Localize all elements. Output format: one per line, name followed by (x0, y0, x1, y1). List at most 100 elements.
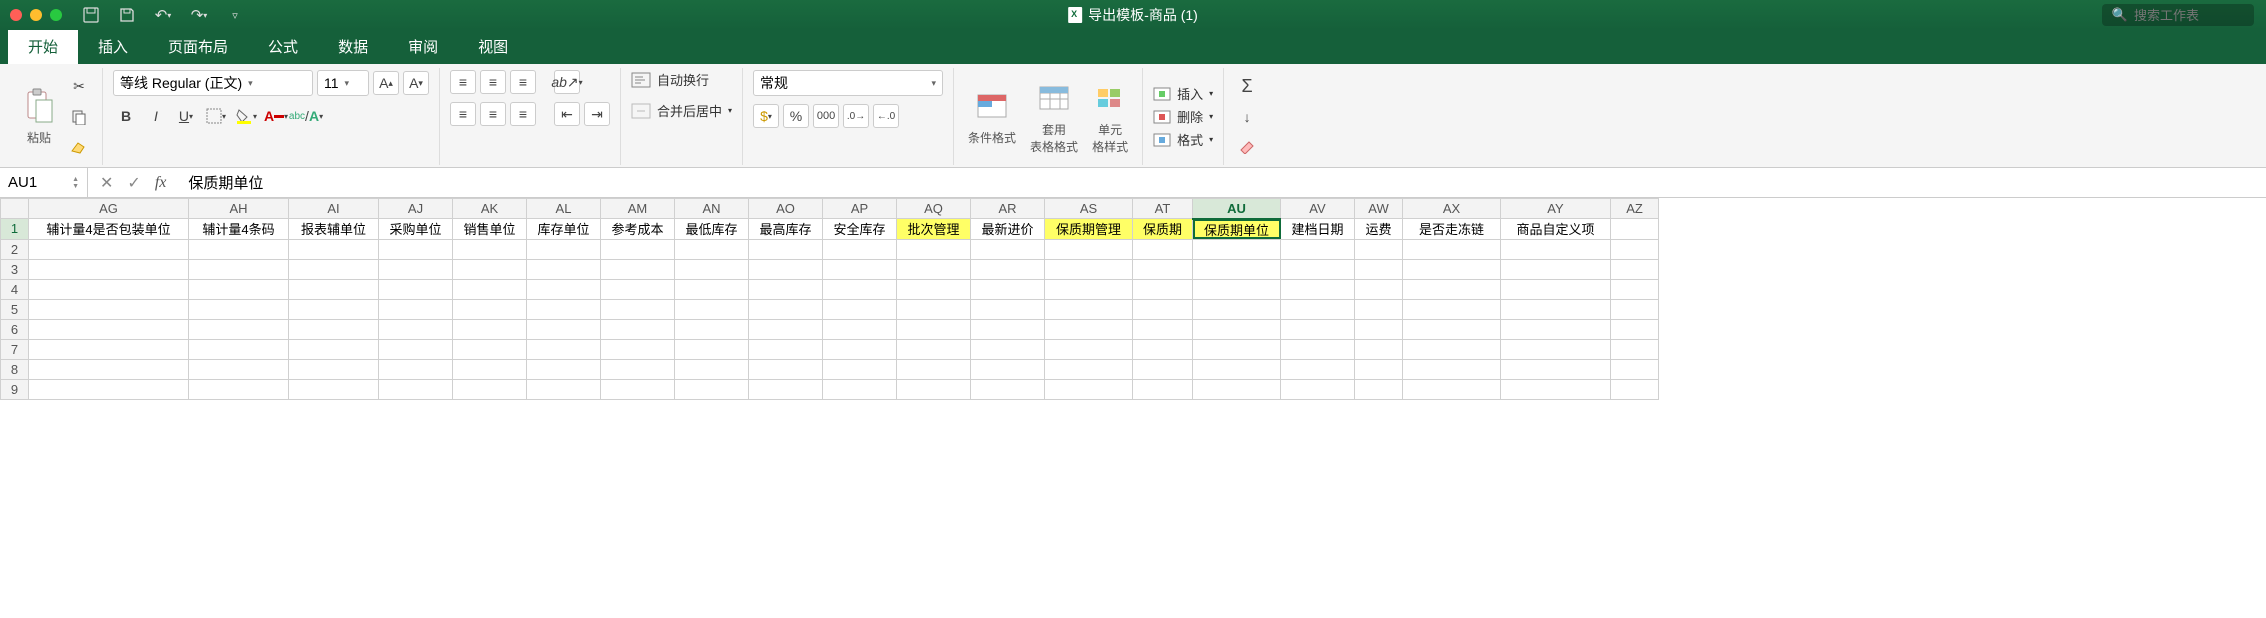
cell-AK7[interactable] (453, 339, 527, 359)
cell-AU9[interactable] (1193, 379, 1281, 399)
cell-AO1[interactable]: 最高库存 (749, 219, 823, 240)
cell-AU2[interactable] (1193, 239, 1281, 259)
col-header-AN[interactable]: AN (675, 199, 749, 219)
cell-AL2[interactable] (527, 239, 601, 259)
cell-AQ7[interactable] (897, 339, 971, 359)
cell-AP1[interactable]: 安全库存 (823, 219, 897, 240)
cell-AH8[interactable] (189, 359, 289, 379)
cell-AZ1[interactable] (1611, 219, 1659, 240)
cell-AS2[interactable] (1045, 239, 1133, 259)
cell-AW3[interactable] (1355, 259, 1403, 279)
spreadsheet-grid[interactable]: AGAHAIAJAKALAMANAOAPAQARASATAUAVAWAXAYAZ… (0, 198, 2266, 400)
cell-AJ3[interactable] (379, 259, 453, 279)
cell-AN7[interactable] (675, 339, 749, 359)
cell-AZ8[interactable] (1611, 359, 1659, 379)
format-cells-button[interactable]: 格式▾ (1153, 130, 1213, 149)
number-format-combo[interactable]: 常规▾ (753, 70, 943, 96)
zoom-window-button[interactable] (50, 9, 62, 21)
decrease-font-button[interactable]: A▾ (403, 71, 429, 95)
cell-AR5[interactable] (971, 299, 1045, 319)
align-middle-button[interactable]: ≡ (480, 70, 506, 94)
row-header-5[interactable]: 5 (1, 299, 29, 319)
clear-button[interactable] (1234, 135, 1260, 159)
cell-AM8[interactable] (601, 359, 675, 379)
cell-AS3[interactable] (1045, 259, 1133, 279)
cell-AJ7[interactable] (379, 339, 453, 359)
cell-AL1[interactable]: 库存单位 (527, 219, 601, 240)
cell-AS7[interactable] (1045, 339, 1133, 359)
paste-button[interactable]: 粘贴 (18, 85, 60, 148)
cell-AL8[interactable] (527, 359, 601, 379)
cell-AV2[interactable] (1281, 239, 1355, 259)
cell-AN9[interactable] (675, 379, 749, 399)
increase-font-button[interactable]: A▴ (373, 71, 399, 95)
cell-AI7[interactable] (289, 339, 379, 359)
align-center-button[interactable]: ≡ (480, 102, 506, 126)
row-header-6[interactable]: 6 (1, 319, 29, 339)
cell-AN1[interactable]: 最低库存 (675, 219, 749, 240)
cell-AU7[interactable] (1193, 339, 1281, 359)
cell-AP2[interactable] (823, 239, 897, 259)
cut-button[interactable]: ✂ (66, 75, 92, 99)
cell-AJ6[interactable] (379, 319, 453, 339)
copy-button[interactable] (66, 105, 92, 129)
cell-AT1[interactable]: 保质期 (1133, 219, 1193, 240)
cell-AX4[interactable] (1403, 279, 1501, 299)
cell-AQ3[interactable] (897, 259, 971, 279)
cell-AN5[interactable] (675, 299, 749, 319)
cell-AY3[interactable] (1501, 259, 1611, 279)
cell-AW7[interactable] (1355, 339, 1403, 359)
cell-AV3[interactable] (1281, 259, 1355, 279)
cell-AO3[interactable] (749, 259, 823, 279)
borders-button[interactable]: ▾ (203, 104, 229, 128)
font-size-combo[interactable]: 11▾ (317, 70, 369, 96)
cell-AP9[interactable] (823, 379, 897, 399)
cell-AW9[interactable] (1355, 379, 1403, 399)
col-header-AY[interactable]: AY (1501, 199, 1611, 219)
row-header-8[interactable]: 8 (1, 359, 29, 379)
cell-AM3[interactable] (601, 259, 675, 279)
cell-AT7[interactable] (1133, 339, 1193, 359)
cell-AT3[interactable] (1133, 259, 1193, 279)
comma-button[interactable]: 000 (813, 104, 839, 128)
cell-AM7[interactable] (601, 339, 675, 359)
cell-AW2[interactable] (1355, 239, 1403, 259)
cell-AK3[interactable] (453, 259, 527, 279)
cell-AK5[interactable] (453, 299, 527, 319)
cell-AY5[interactable] (1501, 299, 1611, 319)
col-header-AO[interactable]: AO (749, 199, 823, 219)
cell-styles-button[interactable]: 单元 格样式 (1088, 77, 1132, 157)
cell-AO4[interactable] (749, 279, 823, 299)
col-header-AS[interactable]: AS (1045, 199, 1133, 219)
cell-AZ7[interactable] (1611, 339, 1659, 359)
increase-indent-button[interactable]: ⇥ (584, 102, 610, 126)
cell-AP3[interactable] (823, 259, 897, 279)
cell-AW4[interactable] (1355, 279, 1403, 299)
cell-AZ3[interactable] (1611, 259, 1659, 279)
cell-AG2[interactable] (29, 239, 189, 259)
cell-AS1[interactable]: 保质期管理 (1045, 219, 1133, 240)
cell-AV7[interactable] (1281, 339, 1355, 359)
row-header-1[interactable]: 1 (1, 219, 29, 240)
col-header-AM[interactable]: AM (601, 199, 675, 219)
cell-AS9[interactable] (1045, 379, 1133, 399)
col-header-AV[interactable]: AV (1281, 199, 1355, 219)
fill-color-button[interactable]: ▾ (233, 104, 259, 128)
cell-AY9[interactable] (1501, 379, 1611, 399)
cell-AX2[interactable] (1403, 239, 1501, 259)
cell-AQ8[interactable] (897, 359, 971, 379)
cell-AH2[interactable] (189, 239, 289, 259)
cell-AX3[interactable] (1403, 259, 1501, 279)
decrease-indent-button[interactable]: ⇤ (554, 102, 580, 126)
formula-input[interactable]: 保质期单位 (178, 172, 2266, 193)
cell-AH3[interactable] (189, 259, 289, 279)
cell-AW1[interactable]: 运费 (1355, 219, 1403, 240)
redo-button[interactable]: ↷ ▾ (188, 4, 210, 26)
tab-开始[interactable]: 开始 (8, 28, 78, 64)
conditional-format-button[interactable]: 条件格式 (964, 85, 1020, 148)
minimize-window-button[interactable] (30, 9, 42, 21)
cell-AN2[interactable] (675, 239, 749, 259)
cell-AI3[interactable] (289, 259, 379, 279)
cell-AT8[interactable] (1133, 359, 1193, 379)
cell-AW5[interactable] (1355, 299, 1403, 319)
